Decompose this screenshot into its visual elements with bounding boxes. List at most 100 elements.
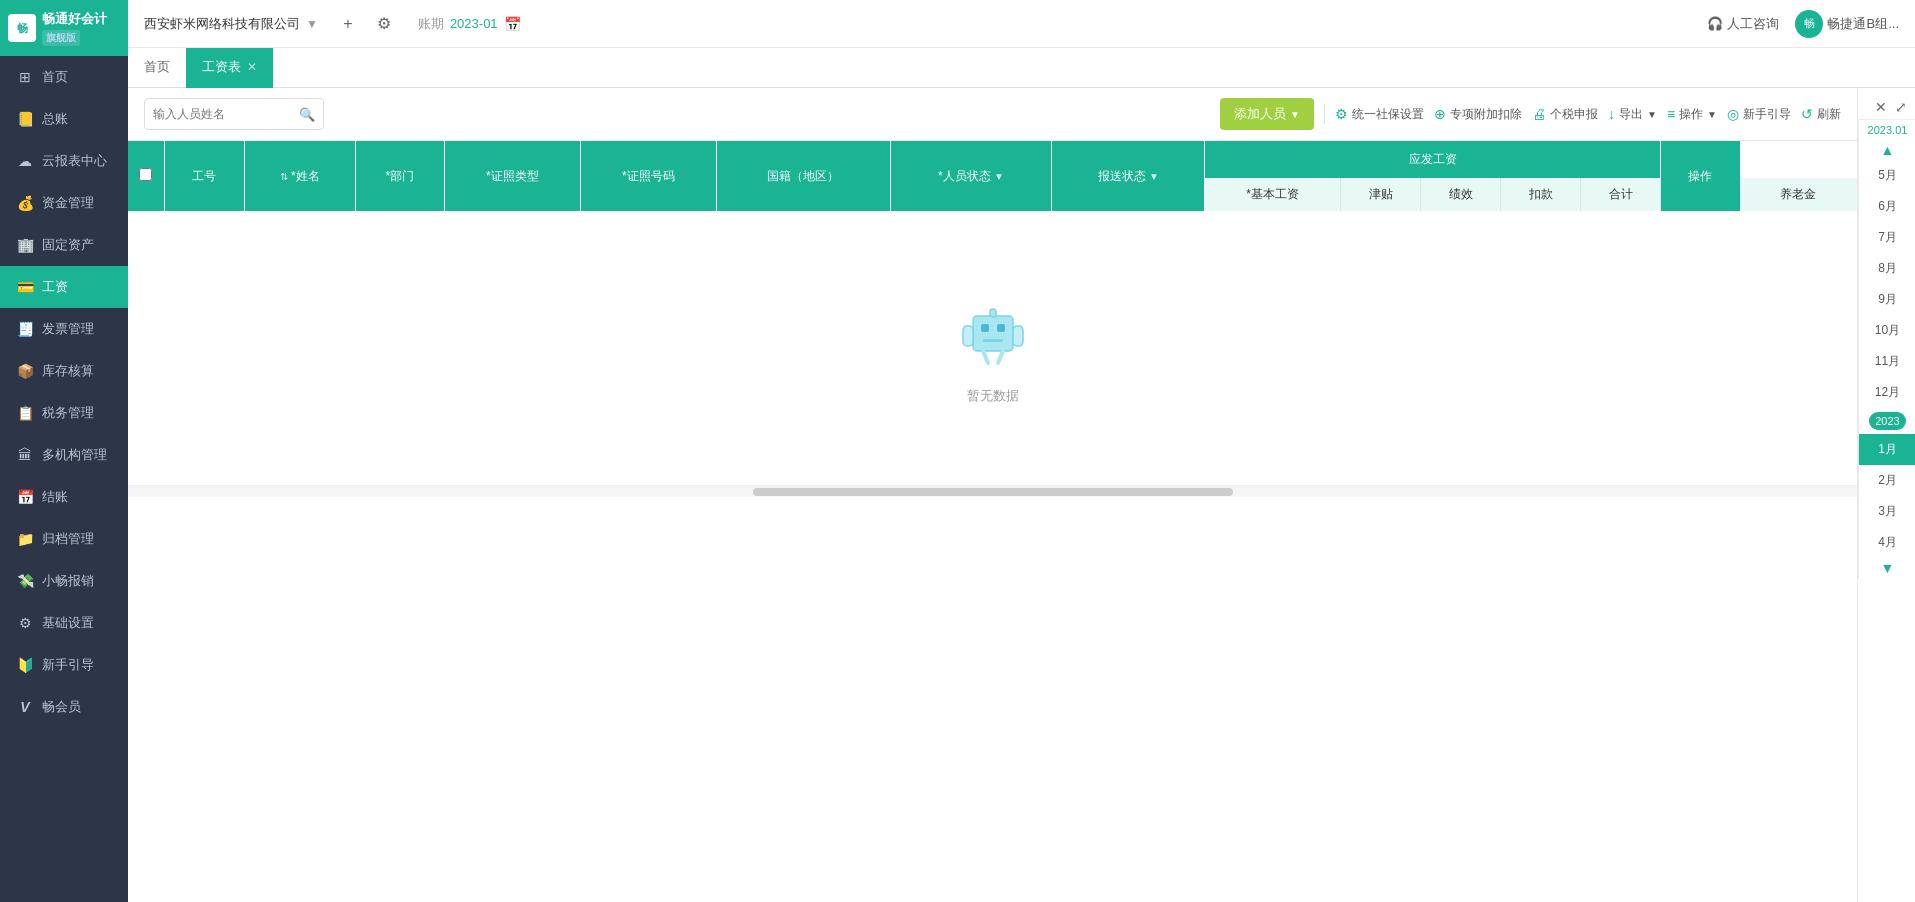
- operations-action[interactable]: ≡ 操作 ▼: [1667, 106, 1717, 123]
- date-panel-outer: ✕ ⤢ 2023.01 ▲ 5月 6月 7月 8月 9月 10月 11月 12月…: [1857, 88, 1915, 902]
- th-performance: 绩效: [1421, 178, 1501, 211]
- search-input[interactable]: [153, 107, 295, 121]
- company-selector[interactable]: 西安虾米网络科技有限公司 ▼: [144, 15, 318, 33]
- toolbar-divider: [1324, 104, 1325, 124]
- date-nav-up-button[interactable]: ▲: [1879, 140, 1897, 160]
- empty-text: 暂无数据: [967, 387, 1019, 405]
- sidebar-item-inventory[interactable]: 📦 库存核算: [0, 350, 128, 392]
- date-month-4[interactable]: 4月: [1859, 527, 1915, 558]
- sidebar-item-cloud-report[interactable]: ☁ 云报表中心: [0, 140, 128, 182]
- sidebar-item-label: 首页: [42, 68, 68, 86]
- sidebar-item-label: 固定资产: [42, 236, 94, 254]
- sidebar-item-guide[interactable]: 🔰 新手引导: [0, 644, 128, 686]
- sidebar-item-fixed-assets[interactable]: 🏢 固定资产: [0, 224, 128, 266]
- period-label: 账期: [418, 15, 444, 33]
- date-month-8[interactable]: 8月: [1859, 253, 1915, 284]
- refresh-action[interactable]: ↺ 刷新: [1801, 106, 1841, 123]
- tab-salary[interactable]: 工资表 ✕: [186, 48, 273, 88]
- tab-close-icon[interactable]: ✕: [247, 60, 257, 74]
- date-month-1[interactable]: 1月: [1859, 434, 1915, 465]
- expense-icon: 💸: [16, 573, 34, 589]
- status-filter-icon[interactable]: ▼: [994, 171, 1004, 182]
- sidebar-item-label: 云报表中心: [42, 152, 107, 170]
- sidebar-item-tax[interactable]: 📋 税务管理: [0, 392, 128, 434]
- date-month-3[interactable]: 3月: [1859, 496, 1915, 527]
- guide-label: 新手引导: [1743, 106, 1791, 123]
- sidebar-item-settings[interactable]: ⚙ 基础设置: [0, 602, 128, 644]
- guide-action[interactable]: ◎ 新手引导: [1727, 106, 1791, 123]
- sidebar-item-invoice[interactable]: 🧾 发票管理: [0, 308, 128, 350]
- table-header-row-1: 工号 ⇅ *姓名 *部门 *证照类型 *证照号码 国籍（地区） *人员状态 ▼ …: [128, 141, 1857, 178]
- support-button[interactable]: 🎧 人工咨询: [1707, 15, 1779, 33]
- membership-icon: V: [16, 699, 34, 715]
- user-name: 畅捷通B组...: [1827, 15, 1899, 33]
- social-security-action[interactable]: ⚙ 统一社保设置: [1335, 106, 1424, 123]
- sidebar-item-salary[interactable]: 💳 工资: [0, 266, 128, 308]
- topbar: 西安虾米网络科技有限公司 ▼ + ⚙ 账期 2023-01 📅 🎧 人工咨询 畅…: [128, 0, 1915, 48]
- sidebar-nav: ⊞ 首页 📒 总账 ☁ 云报表中心 💰 资金管理 🏢 固定资产 💳 工资 🧾 发…: [0, 56, 128, 902]
- company-settings-button[interactable]: ⚙: [370, 10, 398, 38]
- sidebar: 畅 畅通好会计 旗舰版 ⊞ 首页 📒 总账 ☁ 云报表中心 💰 资金管理 🏢 固…: [0, 0, 128, 902]
- support-label: 人工咨询: [1727, 15, 1779, 33]
- inventory-icon: 📦: [16, 363, 34, 379]
- th-deduction: 扣款: [1501, 178, 1581, 211]
- sidebar-item-close-accounts[interactable]: 📅 结账: [0, 476, 128, 518]
- sidebar-item-multi-org[interactable]: 🏛 多机构管理: [0, 434, 128, 476]
- add-company-button[interactable]: +: [334, 10, 362, 38]
- sidebar-item-home[interactable]: ⊞ 首页: [0, 56, 128, 98]
- maximize-panel-button[interactable]: ⤢: [1893, 97, 1909, 117]
- export-action[interactable]: ↓ 导出 ▼: [1608, 106, 1657, 123]
- sidebar-item-expense[interactable]: 💸 小畅报销: [0, 560, 128, 602]
- special-deduction-icon: ⊕: [1434, 106, 1446, 122]
- sidebar-item-label: 发票管理: [42, 320, 94, 338]
- main-content: 西安虾米网络科技有限公司 ▼ + ⚙ 账期 2023-01 📅 🎧 人工咨询 畅…: [128, 0, 1915, 902]
- sidebar-item-ledger[interactable]: 📒 总账: [0, 98, 128, 140]
- date-month-9[interactable]: 9月: [1859, 284, 1915, 315]
- date-month-6[interactable]: 6月: [1859, 191, 1915, 222]
- period-edit-icon[interactable]: 📅: [504, 16, 521, 32]
- refresh-label: 刷新: [1817, 106, 1841, 123]
- empty-state: 暂无数据: [128, 211, 1857, 485]
- tax-icon: 📋: [16, 405, 34, 421]
- logo-text-block: 畅通好会计 旗舰版: [42, 10, 107, 46]
- user-menu[interactable]: 畅 畅捷通B组...: [1795, 10, 1899, 38]
- sidebar-item-funds[interactable]: 💰 资金管理: [0, 182, 128, 224]
- add-person-chevron-icon: ▼: [1290, 109, 1300, 120]
- tabs-bar: 首页 工资表 ✕: [128, 48, 1915, 88]
- sidebar-item-archive[interactable]: 📁 归档管理: [0, 518, 128, 560]
- logo-icon: 畅: [8, 14, 36, 42]
- date-month-12[interactable]: 12月: [1859, 377, 1915, 408]
- content-area: 🔍 添加人员 ▼ ⚙ 统一社保设置 ⊕ 专项附加扣除: [128, 88, 1857, 902]
- date-month-10[interactable]: 10月: [1859, 315, 1915, 346]
- tab-home[interactable]: 首页: [128, 48, 186, 88]
- add-person-button[interactable]: 添加人员 ▼: [1220, 98, 1314, 130]
- sidebar-item-membership[interactable]: V 畅会员: [0, 686, 128, 728]
- search-input-wrap[interactable]: 🔍: [144, 98, 324, 130]
- svg-rect-3: [983, 339, 1003, 342]
- select-all-checkbox[interactable]: [139, 168, 152, 181]
- date-month-5[interactable]: 5月: [1859, 160, 1915, 191]
- account-period: 账期 2023-01 📅: [418, 15, 521, 33]
- settings-icon: ⚙: [16, 615, 34, 631]
- special-deduction-action[interactable]: ⊕ 专项附加扣除: [1434, 106, 1522, 123]
- horizontal-scrollbar-thumb[interactable]: [753, 488, 1233, 496]
- close-panel-button[interactable]: ✕: [1873, 97, 1889, 117]
- svg-rect-4: [990, 309, 996, 317]
- salary-table: 工号 ⇅ *姓名 *部门 *证照类型 *证照号码 国籍（地区） *人员状态 ▼ …: [128, 141, 1857, 211]
- date-nav-down-button[interactable]: ▼: [1879, 558, 1897, 578]
- social-security-icon: ⚙: [1335, 106, 1348, 122]
- sort-icon: ⇅: [280, 171, 288, 182]
- date-month-7[interactable]: 7月: [1859, 222, 1915, 253]
- submit-status-filter-icon[interactable]: ▼: [1149, 171, 1159, 182]
- personal-tax-label: 个税申报: [1550, 106, 1598, 123]
- personal-tax-action[interactable]: 🖨 个税申报: [1532, 106, 1598, 123]
- search-icon: 🔍: [299, 107, 315, 122]
- date-month-2[interactable]: 2月: [1859, 465, 1915, 496]
- date-month-11[interactable]: 11月: [1859, 346, 1915, 377]
- personal-tax-icon: 🖨: [1532, 106, 1546, 122]
- th-allowance: 津贴: [1341, 178, 1421, 211]
- funds-icon: 💰: [16, 195, 34, 211]
- headset-icon: 🎧: [1707, 16, 1723, 31]
- toolbar-right: 添加人员 ▼ ⚙ 统一社保设置 ⊕ 专项附加扣除 🖨 个税申报: [1220, 98, 1841, 130]
- th-id-type: *证照类型: [444, 141, 580, 211]
